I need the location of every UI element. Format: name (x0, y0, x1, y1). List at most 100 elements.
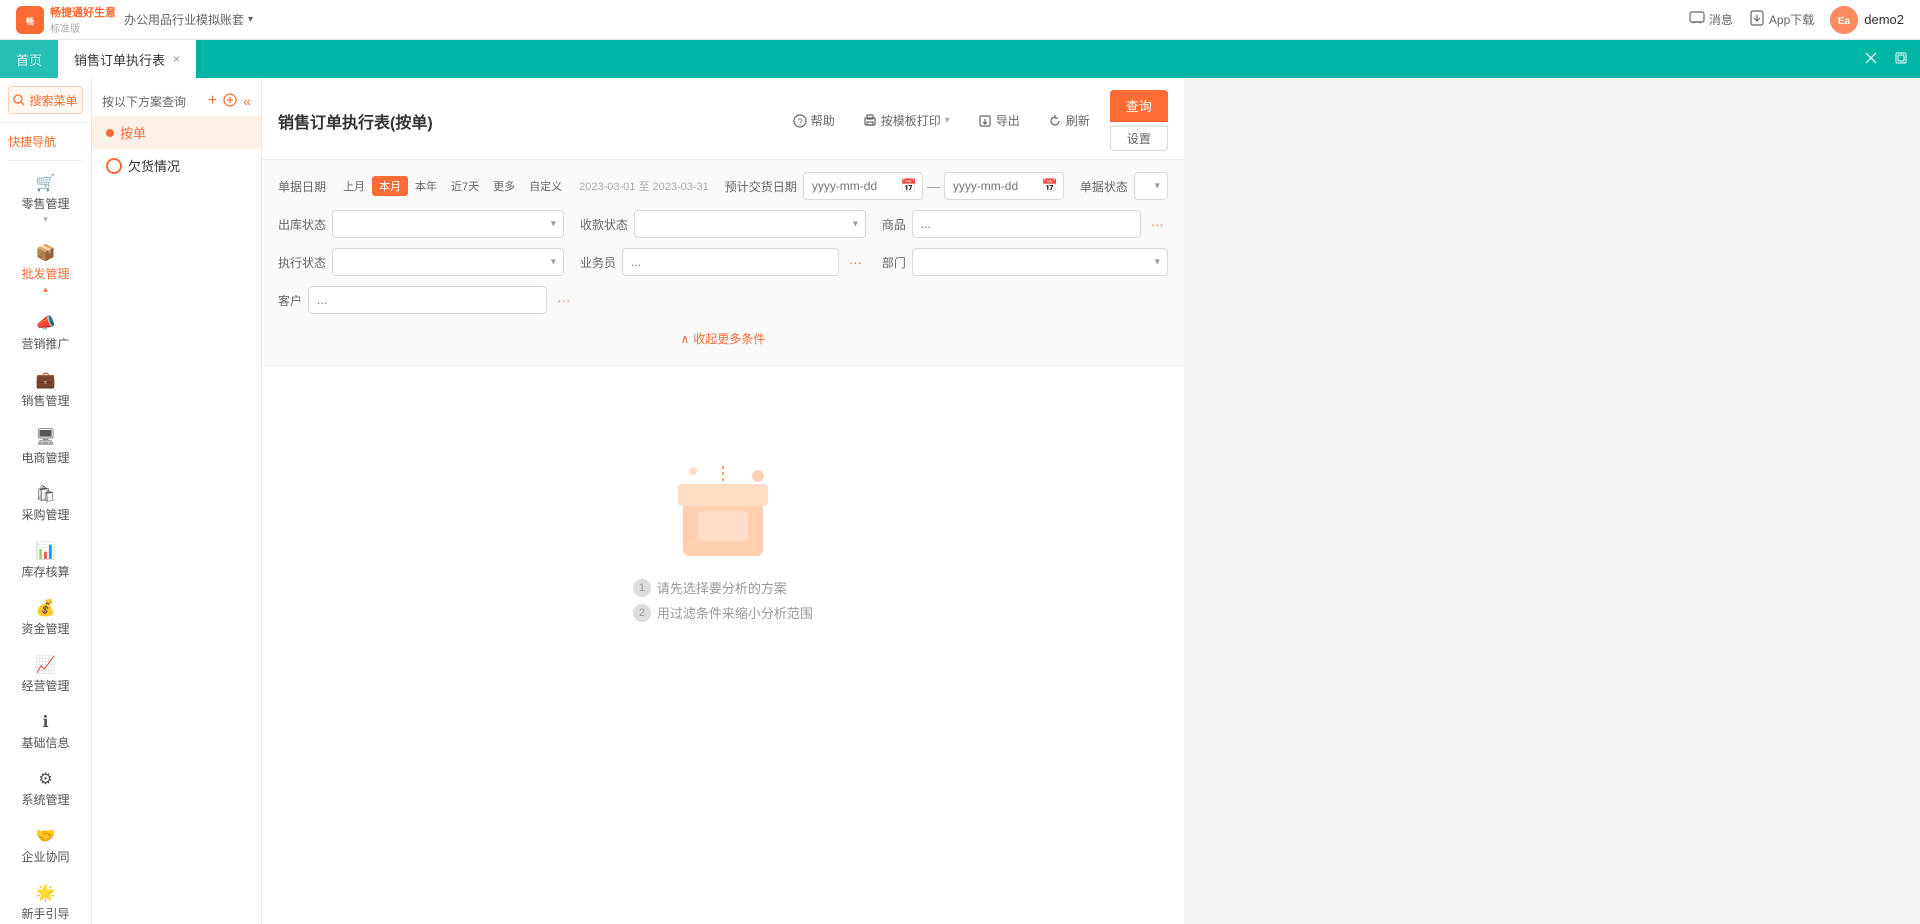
left-panel-item-order[interactable]: 按单 (92, 116, 261, 149)
dept-select-wrapper (912, 248, 1168, 276)
sidebar-item-retail[interactable]: 🛒 零售管理 ▾ (4, 165, 87, 233)
filter-out-status: 出库状态 (278, 210, 564, 238)
query-btn[interactable]: 查询 (1110, 90, 1168, 122)
page-title: 销售订单执行表(按单) (278, 109, 433, 133)
receive-status-select[interactable] (634, 210, 866, 238)
sidebar-item-ecommerce[interactable]: 🖥 电商管理 (4, 419, 87, 474)
sidebar-label-operations: 经营管理 (21, 677, 69, 694)
search-menu-btn[interactable]: 搜索菜单 (8, 86, 83, 114)
filter-goods: 商品 ··· (882, 210, 1168, 238)
username-label: demo2 (1864, 12, 1904, 27)
settings-btn[interactable]: 设置 (1110, 126, 1168, 151)
ecommerce-icon: 🖥 (35, 427, 55, 447)
tab-expand-icon[interactable] (1890, 47, 1912, 72)
customer-more-btn[interactable]: ··· (553, 293, 574, 308)
date-start-calendar-icon: 📅 (901, 178, 917, 194)
hint-text-2: 用过滤条件来缩小分析范围 (657, 603, 813, 622)
industry-label: 办公用品行业模拟账套 (124, 11, 244, 28)
doc-status-select[interactable] (1134, 172, 1168, 200)
logo-text-block: 畅捷通好生意 标准版 (50, 4, 116, 35)
collapse-filter-btn[interactable]: ∧ 收起更多条件 (278, 324, 1168, 353)
user-area[interactable]: Ea demo2 (1830, 6, 1904, 34)
refresh-btn[interactable]: 刷新 (1040, 108, 1098, 133)
sidebar-label-system: 系统管理 (21, 791, 69, 808)
sidebar-item-marketing[interactable]: 📣 营销推广 (4, 305, 87, 360)
empty-hint-2: 2 用过滤条件来缩小分析范围 (633, 603, 813, 622)
sidebar-item-operations[interactable]: 📈 经营管理 (4, 647, 87, 702)
out-status-select-wrapper (332, 210, 564, 238)
page-header: 销售订单执行表(按单) ? 帮助 按模板打印 ▾ 导出 (262, 78, 1184, 160)
filter-row-2: 出库状态 收款状态 (278, 210, 1168, 238)
retail-icon: 🛒 (36, 173, 56, 193)
date-custom-btn[interactable]: 自定义 (522, 176, 569, 196)
system-icon: ⚙ (38, 769, 52, 789)
print-btn[interactable]: 按模板打印 ▾ (855, 108, 958, 133)
filter-row-3: 执行状态 业务员 ··· 部门 (278, 248, 1168, 276)
sidebar: 搜索菜单 快捷导航 🛒 零售管理 ▾ 📦 批发管理 ▴ 📣 营销推广 💼 (0, 78, 92, 924)
edit-scheme-btn[interactable] (223, 93, 237, 110)
svg-text:Ea: Ea (1838, 16, 1851, 27)
sidebar-item-system[interactable]: ⚙ 系统管理 (4, 761, 87, 816)
date-last-month-btn[interactable]: 上月 (336, 176, 372, 196)
tab-minimize-icon[interactable] (1860, 47, 1882, 72)
message-icon (1689, 10, 1705, 29)
salesman-input[interactable] (622, 248, 839, 276)
sidebar-divider-1 (8, 160, 83, 161)
filter-salesman: 业务员 ··· (580, 248, 866, 276)
search-menu-label: 搜索菜单 (29, 92, 77, 109)
dept-label: 部门 (882, 254, 906, 271)
date-last7-btn[interactable]: 近7天 (444, 176, 486, 196)
message-btn[interactable]: 消息 (1689, 10, 1733, 29)
customer-input[interactable] (308, 286, 547, 314)
sidebar-item-purchase[interactable]: 🛍 采购管理 (4, 476, 87, 531)
industry-selector[interactable]: 办公用品行业模拟账套 ▾ (124, 11, 253, 28)
refresh-label: 刷新 (1066, 112, 1090, 129)
goods-input[interactable] (912, 210, 1141, 238)
empty-illustration (663, 446, 783, 566)
sales-icon: 💼 (36, 370, 56, 390)
sidebar-item-sales[interactable]: 💼 销售管理 (4, 362, 87, 417)
hint-text-1: 请先选择要分析的方案 (657, 578, 787, 597)
sidebar-item-newuser[interactable]: 🌟 新手引导 (4, 875, 87, 924)
sidebar-search-area: 搜索菜单 (0, 78, 91, 123)
goods-more-btn[interactable]: ··· (1147, 217, 1168, 232)
basic-icon: ℹ (42, 712, 48, 732)
sidebar-item-wholesale[interactable]: 📦 批发管理 ▴ (4, 235, 87, 303)
collapse-panel-btn[interactable]: « (243, 93, 251, 109)
exec-status-select[interactable] (332, 248, 564, 276)
sidebar-item-finance[interactable]: 💰 资金管理 (4, 590, 87, 645)
header-right: 消息 App下载 Ea demo2 (1689, 6, 1904, 34)
salesman-more-btn[interactable]: ··· (845, 255, 866, 270)
help-btn[interactable]: ? 帮助 (785, 108, 843, 133)
app-download-btn[interactable]: App下载 (1749, 10, 1814, 29)
export-label: 导出 (996, 112, 1020, 129)
out-status-select[interactable] (332, 210, 564, 238)
dept-select[interactable] (912, 248, 1168, 276)
print-label: 按模板打印 (881, 112, 941, 129)
date-this-year-btn[interactable]: 本年 (408, 176, 444, 196)
doc-status-select-wrapper (1134, 172, 1168, 200)
message-label: 消息 (1709, 11, 1733, 28)
purchase-icon: 🛍 (35, 484, 55, 504)
sidebar-item-inventory[interactable]: 📊 库存核算 (4, 533, 87, 588)
inventory-icon: 📊 (36, 541, 56, 561)
date-more-btn[interactable]: 更多 (486, 176, 522, 196)
filter-row-4: 客户 ··· (278, 286, 1168, 314)
empty-texts: 1 请先选择要分析的方案 2 用过滤条件来缩小分析范围 (633, 578, 813, 622)
collapse-filter-label: 收起更多条件 (693, 330, 765, 347)
filter-date: 单据日期 上月 本月 本年 近7天 更多 自定义 2023-03-01 至 20… (278, 176, 709, 196)
tab-close-icon[interactable]: × (173, 52, 180, 66)
sidebar-item-enterprise[interactable]: 🤝 企业协同 (4, 818, 87, 873)
sidebar-quick-nav[interactable]: 快捷导航 (0, 127, 91, 156)
date-this-month-btn[interactable]: 本月 (372, 176, 408, 196)
wholesale-icon: 📦 (36, 243, 56, 263)
empty-state: 1 请先选择要分析的方案 2 用过滤条件来缩小分析范围 (262, 366, 1184, 702)
add-scheme-btn[interactable]: + (208, 92, 217, 110)
tab-sales-order[interactable]: 销售订单执行表 × (58, 40, 196, 78)
export-btn[interactable]: 导出 (970, 108, 1028, 133)
date-start-wrap: 📅 (803, 172, 923, 200)
sidebar-item-basic[interactable]: ℹ 基础信息 (4, 704, 87, 759)
filter-row-1: 单据日期 上月 本月 本年 近7天 更多 自定义 2023-03-01 至 20… (278, 172, 1168, 200)
left-panel-item-debt[interactable]: 欠货情况 (92, 149, 261, 182)
tab-home[interactable]: 首页 (0, 40, 58, 78)
